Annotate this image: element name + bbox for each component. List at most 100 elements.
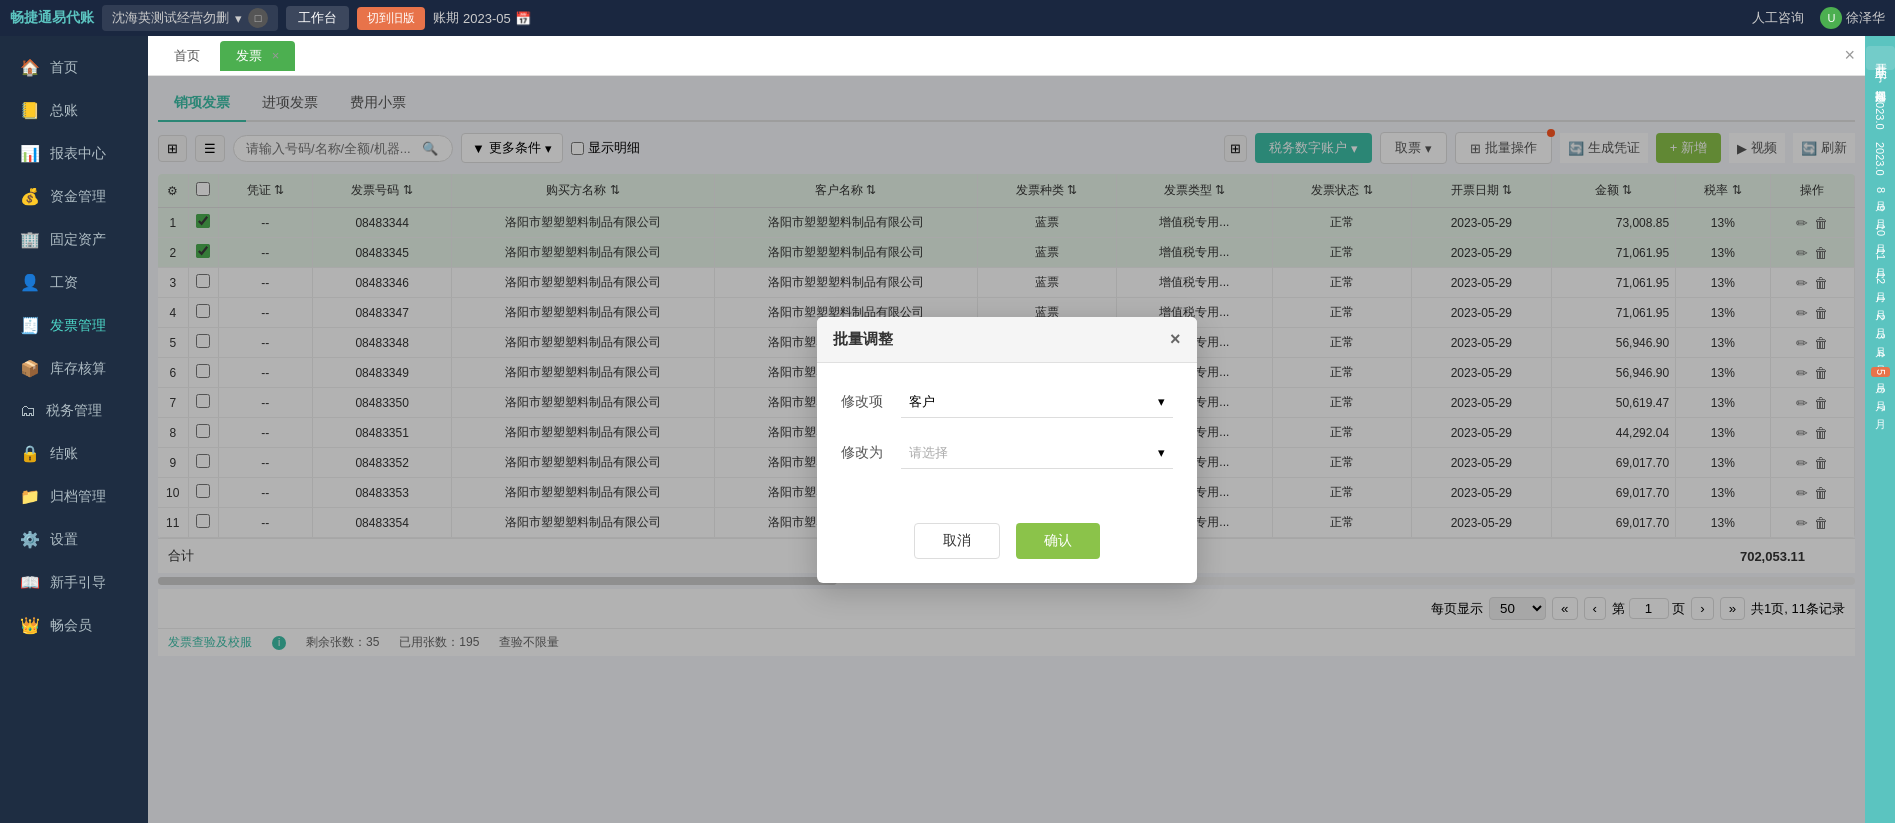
sidebar-label-guide: 新手引导 [50, 574, 106, 592]
dialog-confirm-button[interactable]: 确认 [1016, 523, 1100, 559]
tab-invoice[interactable]: 发票 × [220, 41, 295, 71]
funds-icon: 💰 [20, 187, 40, 206]
calendar-icon[interactable]: 📅 [515, 11, 531, 26]
home-icon: 🏠 [20, 58, 40, 77]
sidebar-label-tax: 税务管理 [46, 402, 102, 420]
app-logo: 畅捷通易代账 [10, 9, 94, 27]
inventory-icon: 📦 [20, 359, 40, 378]
dialog-modify-to-chevron-icon: ▾ [1158, 445, 1165, 460]
topbar: 畅捷通易代账 沈海英测试经营勿删 ▾ □ 工作台 切到旧版 账期 2023-05… [0, 0, 1895, 36]
topbar-controls: 切到旧版 账期 2023-05 📅 [357, 7, 531, 30]
user-name[interactable]: U 徐泽华 [1820, 7, 1885, 29]
right-month-6[interactable]: 6月 [1871, 385, 1890, 395]
report-icon: 📊 [20, 144, 40, 163]
main-content: 首页 发票 × × 销项发票 进项发票 费用小票 ⊞ ☰ 🔍 [148, 36, 1865, 823]
right-month-3[interactable]: 3月 [1871, 331, 1890, 341]
company-name: 沈海英测试经营勿删 [112, 9, 229, 27]
right-month-11[interactable]: 11月 [1871, 246, 1890, 262]
sidebar-item-archive[interactable]: 📁 归档管理 [0, 475, 148, 518]
top-tabs: 工作台 [286, 6, 349, 30]
dialog-footer: 取消 确认 [817, 513, 1197, 583]
sidebar-item-funds[interactable]: 💰 资金管理 [0, 175, 148, 218]
sidebar-item-assets[interactable]: 🏢 固定资产 [0, 218, 148, 261]
main-tab-bar: 首页 发票 × × [148, 36, 1865, 76]
right-month-12[interactable]: 12月 [1871, 270, 1890, 286]
workbench-tab[interactable]: 工作台 [286, 6, 349, 30]
sidebar-item-settings[interactable]: ⚙️ 设置 [0, 518, 148, 561]
topbar-left: 畅捷通易代账 沈海英测试经营勿删 ▾ □ 工作台 切到旧版 账期 2023-05… [10, 5, 531, 31]
batch-adjust-dialog: 批量调整 × 修改项 客户 ▾ 修改为 [817, 317, 1197, 583]
right-month-10[interactable]: 10月 [1871, 222, 1890, 238]
sidebar-item-payroll[interactable]: 👤 工资 [0, 261, 148, 304]
archive-icon: 📁 [20, 487, 40, 506]
right-panel: 开票助手 期间选择 2023.0 2023.0 8月 9月 10月 11月 12… [1865, 36, 1895, 823]
dialog-cancel-button[interactable]: 取消 [914, 523, 1000, 559]
tab-invoice-label: 发票 [236, 48, 262, 63]
right-month-2[interactable]: 2月 [1871, 312, 1890, 322]
member-icon: 👑 [20, 616, 40, 635]
dialog-header: 批量调整 × [817, 317, 1197, 363]
tab-home[interactable]: 首页 [158, 41, 216, 71]
dialog-modify-field-value: 客户 [909, 393, 935, 411]
sidebar-label-invoice: 发票管理 [50, 317, 106, 335]
company-icon: □ [248, 8, 268, 28]
topbar-right: 人工咨询 U 徐泽华 [1752, 7, 1885, 29]
cut-version-button[interactable]: 切到旧版 [357, 7, 425, 30]
close-period-icon: 🔒 [20, 444, 40, 463]
dialog-modify-field-select[interactable]: 客户 ▾ [901, 387, 1173, 418]
right-month-4[interactable]: 4月 [1871, 349, 1890, 359]
sidebar-item-inventory[interactable]: 📦 库存核算 [0, 347, 148, 390]
sidebar-item-close[interactable]: 🔒 结账 [0, 432, 148, 475]
period-value: 2023-05 [463, 11, 511, 26]
sidebar-item-invoice[interactable]: 🧾 发票管理 [0, 304, 148, 347]
sidebar-label-member: 畅会员 [50, 617, 92, 635]
ledger-icon: 📒 [20, 101, 40, 120]
sidebar-item-guide[interactable]: 📖 新手引导 [0, 561, 148, 604]
sidebar-label-assets: 固定资产 [50, 231, 106, 249]
company-selector[interactable]: 沈海英测试经营勿删 ▾ □ [102, 5, 278, 31]
sidebar-item-tax[interactable]: 🗂 税务管理 [0, 390, 148, 432]
dialog-modify-field-label: 修改项 [841, 393, 901, 411]
support-link[interactable]: 人工咨询 [1752, 9, 1804, 27]
dialog-modify-to-row: 修改为 请选择 ▾ [841, 438, 1173, 469]
payroll-icon: 👤 [20, 273, 40, 292]
sidebar-item-home[interactable]: 🏠 首页 [0, 46, 148, 89]
right-month-1[interactable]: 1月 [1871, 294, 1890, 304]
sidebar-item-ledger[interactable]: 📒 总账 [0, 89, 148, 132]
dialog-title: 批量调整 [833, 330, 893, 349]
right-month-8[interactable]: 8月 [1871, 185, 1890, 195]
dialog-close-button[interactable]: × [1170, 329, 1181, 350]
assets-icon: 🏢 [20, 230, 40, 249]
company-dropdown-icon: ▾ [235, 11, 242, 26]
period-label: 账期 [433, 9, 459, 27]
sidebar-label-home: 首页 [50, 59, 78, 77]
tab-invoice-close[interactable]: × [272, 48, 280, 63]
sidebar-item-report[interactable]: 📊 报表中心 [0, 132, 148, 175]
dialog-modify-field-row: 修改项 客户 ▾ [841, 387, 1173, 418]
sidebar: 🏠 首页 📒 总账 📊 报表中心 💰 资金管理 🏢 固定资产 👤 工资 🧾 发票… [0, 36, 148, 823]
right-month-5-active[interactable]: 5月 [1871, 367, 1890, 377]
dialog-modify-field-chevron-icon: ▾ [1158, 394, 1165, 409]
dialog-overlay: 批量调整 × 修改项 客户 ▾ 修改为 [148, 76, 1865, 823]
sidebar-label-close: 结账 [50, 445, 78, 463]
sidebar-label-settings: 设置 [50, 531, 78, 549]
user-label: 徐泽华 [1846, 10, 1885, 25]
right-year-1[interactable]: 2023.0 [1872, 94, 1888, 132]
guide-icon: 📖 [20, 573, 40, 592]
layout: 🏠 首页 📒 总账 📊 报表中心 💰 资金管理 🏢 固定资产 👤 工资 🧾 发票… [0, 36, 1895, 823]
period-select-label: 期间选择 [1869, 78, 1892, 86]
sidebar-label-report: 报表中心 [50, 145, 106, 163]
tax-icon: 🗂 [20, 402, 36, 420]
dialog-modify-to-select[interactable]: 请选择 ▾ [901, 438, 1173, 469]
sidebar-item-member[interactable]: 👑 畅会员 [0, 604, 148, 647]
sidebar-label-inventory: 库存核算 [50, 360, 106, 378]
open-ticket-assistant-button[interactable]: 开票助手 [1866, 46, 1895, 70]
close-icon[interactable]: × [1844, 45, 1855, 66]
right-year-2[interactable]: 2023.0 [1872, 140, 1888, 178]
right-month-7[interactable]: 7月 [1871, 403, 1890, 413]
sidebar-label-payroll: 工资 [50, 274, 78, 292]
page-content: 销项发票 进项发票 费用小票 ⊞ ☰ 🔍 ▼ 更多条件 ▾ [148, 76, 1865, 823]
invoice-icon: 🧾 [20, 316, 40, 335]
right-month-9[interactable]: 9月 [1871, 203, 1890, 213]
dialog-body: 修改项 客户 ▾ 修改为 请选择 ▾ [817, 363, 1197, 513]
